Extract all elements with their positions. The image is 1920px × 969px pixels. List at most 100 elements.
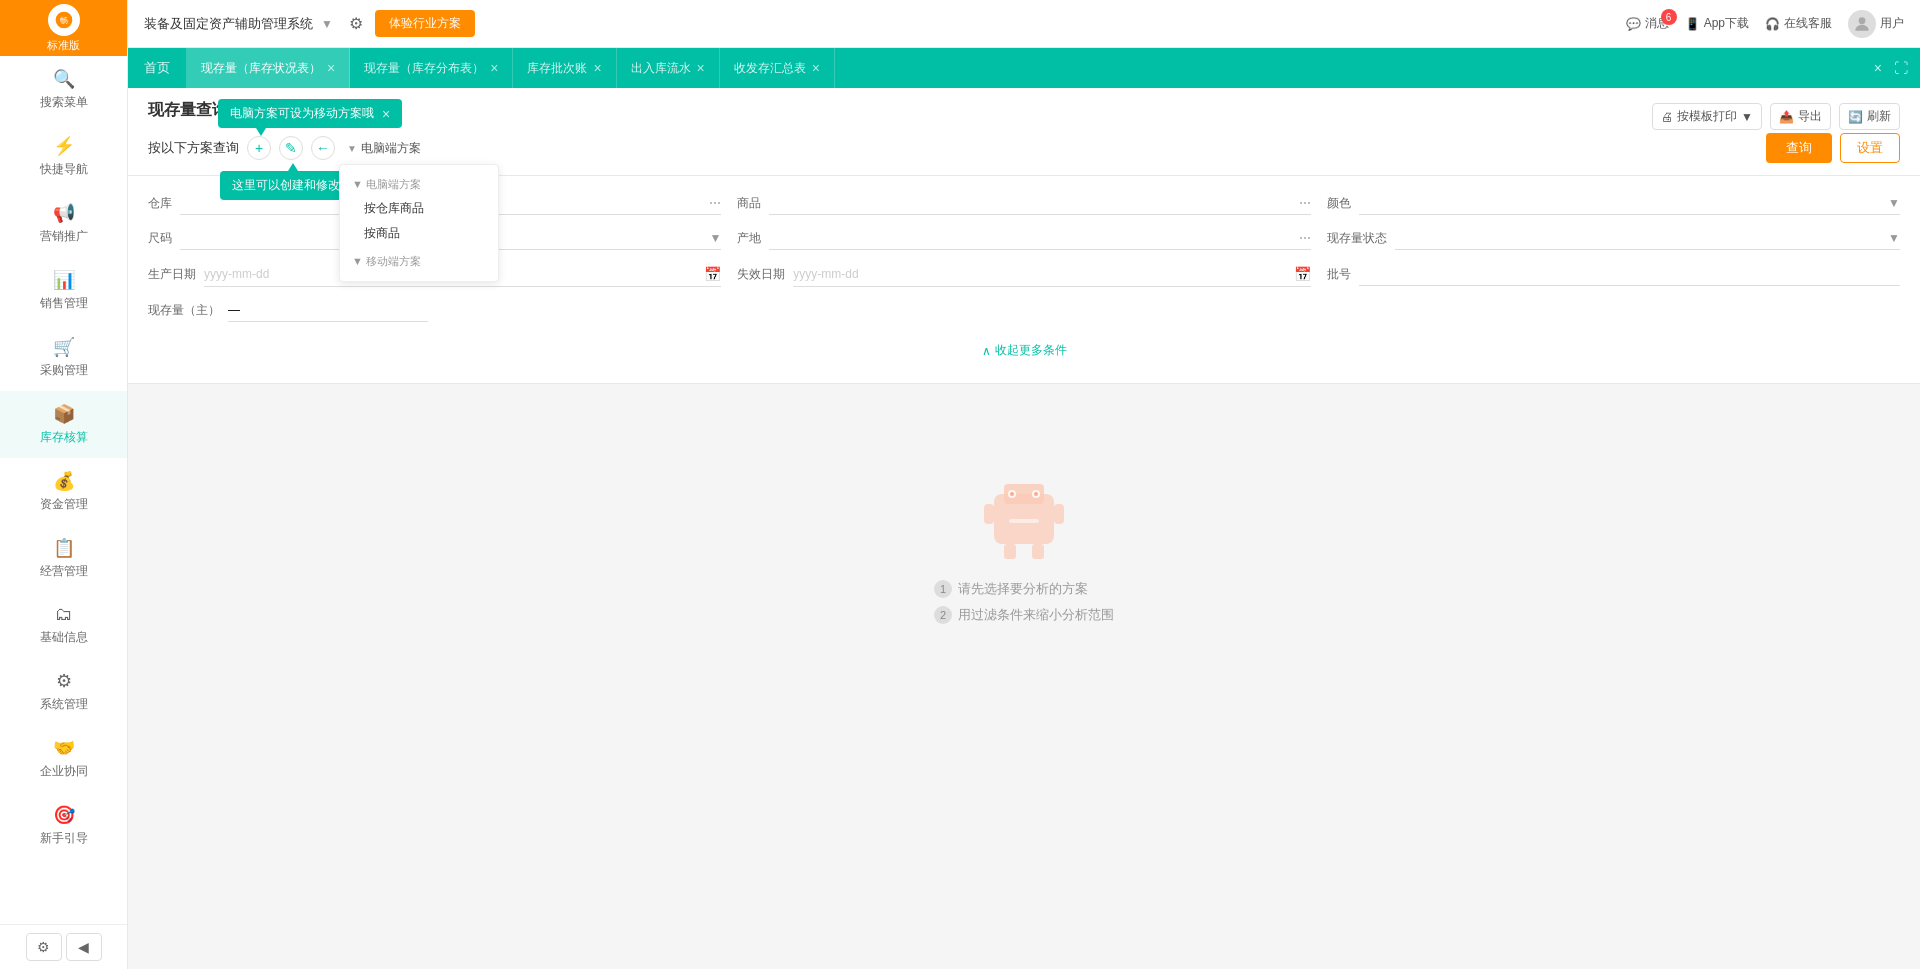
collapse-button[interactable]: ∧ 收起更多条件 [148, 334, 1900, 367]
svg-point-2 [1859, 17, 1866, 24]
filter-goods: 商品 ⋯ [737, 192, 1310, 215]
tab-label: 现存量（库存状况表） [201, 60, 321, 77]
edit-scheme-button[interactable]: ✎ 这里可以创建和修改方案哦 × [279, 136, 303, 160]
add-scheme-button[interactable]: + 电脑方案可设为移动方案哦 × [247, 136, 271, 160]
export-label: 导出 [1798, 108, 1822, 125]
experience-button[interactable]: 体验行业方案 [375, 10, 475, 37]
filter-expiry-date: 失效日期 yyyy-mm-dd 📅 [737, 262, 1310, 287]
tab-close-icon[interactable]: × [812, 61, 820, 75]
tab-inout[interactable]: 出入库流水 × [617, 48, 720, 88]
expiry-date-placeholder: yyyy-mm-dd [793, 267, 858, 281]
tab-fullscreen-icon[interactable]: ⛶ [1890, 58, 1912, 78]
sidebar-item-sales[interactable]: 📊 销售管理 [0, 257, 127, 324]
system-selector[interactable]: 装备及固定资产辅助管理系统 ▼ [144, 15, 333, 33]
production-date-placeholder: yyyy-mm-dd [204, 267, 269, 281]
mobile-scheme-section-label: ▼ 移动端方案 [340, 250, 498, 273]
stock-qty-input[interactable] [228, 299, 428, 322]
logo-label: 标准版 [47, 38, 80, 53]
sidebar-item-label: 搜索菜单 [40, 94, 88, 111]
tab-close-icon[interactable]: × [593, 61, 601, 75]
topbar-settings-icon[interactable]: ⚙ [349, 14, 363, 33]
sidebar-item-basic[interactable]: 🗂 基础信息 [0, 592, 127, 658]
enterprise-icon: 🤝 [53, 737, 75, 759]
query-button[interactable]: 查询 [1766, 133, 1832, 163]
content-header: 现存量查询(按仓库+商品) 🖨 按模板打印 ▼ 📤 导出 🔄 刷新 [128, 88, 1920, 176]
header-actions: 🖨 按模板打印 ▼ 📤 导出 🔄 刷新 [1652, 103, 1900, 130]
svg-rect-9 [1009, 519, 1039, 523]
sidebar-item-inventory[interactable]: 📦 库存核算 [0, 391, 127, 458]
system-name: 装备及固定资产辅助管理系统 [144, 15, 313, 33]
goods-dropdown-icon: ⋯ [1299, 196, 1311, 210]
system-dropdown-icon: ▼ [321, 17, 333, 31]
sidebar-item-quicknav[interactable]: ⚡ 快捷导航 [0, 123, 127, 190]
batch-no-input[interactable] [1359, 263, 1900, 286]
tab-close-icon[interactable]: × [490, 61, 498, 75]
empty-tips: 1 请先选择要分析的方案 2 用过滤条件来缩小分析范围 [934, 580, 1114, 624]
messages-button[interactable]: 💬 消息 6 [1626, 15, 1669, 32]
origin-select[interactable]: ⋯ [769, 227, 1310, 250]
export-button[interactable]: 📤 导出 [1770, 103, 1831, 130]
tab-home[interactable]: 首页 [128, 48, 187, 88]
message-icon: 💬 [1626, 17, 1641, 31]
tab-close-icon[interactable]: × [327, 61, 335, 75]
scheme-item-1[interactable]: 按仓库商品 [340, 196, 498, 221]
app-download-button[interactable]: 📱 App下载 [1685, 15, 1749, 32]
back-icon: ← [316, 140, 330, 156]
sidebar-item-system[interactable]: ⚙ 系统管理 [0, 658, 127, 725]
goods-select[interactable]: ⋯ [769, 192, 1310, 215]
size-label: 尺码 [148, 230, 172, 247]
warehouse-dropdown-icon: ⋯ [709, 196, 721, 210]
quicknav-icon: ⚡ [53, 135, 75, 157]
print-button[interactable]: 🖨 按模板打印 ▼ [1652, 103, 1762, 130]
sidebar-item-purchase[interactable]: 🛒 采购管理 [0, 324, 127, 391]
sidebar-logo: 畅 标准版 [0, 0, 127, 56]
app-download-label: App下载 [1704, 15, 1749, 32]
refresh-icon: 🔄 [1848, 110, 1863, 124]
sidebar-item-operations[interactable]: 📋 经营管理 [0, 525, 127, 592]
online-support-button[interactable]: 🎧 在线客服 [1765, 15, 1832, 32]
scheme-tooltip-close[interactable]: × [382, 106, 390, 122]
back-scheme-button[interactable]: ← [311, 136, 335, 160]
support-icon: 🎧 [1765, 17, 1780, 31]
basic-icon: 🗂 [55, 604, 73, 625]
stock-status-select[interactable]: ▼ [1395, 227, 1900, 250]
sidebar-item-label: 库存核算 [40, 429, 88, 446]
svg-rect-13 [1032, 544, 1044, 559]
color-select[interactable]: ▼ [1359, 192, 1900, 215]
svg-rect-12 [1004, 544, 1016, 559]
tab-stock-status[interactable]: 现存量（库存状况表） × [187, 48, 350, 88]
sidebar-item-label: 快捷导航 [40, 161, 88, 178]
tab-close-all-icon[interactable]: × [1870, 58, 1886, 78]
svg-point-8 [1034, 492, 1038, 496]
sidebar-collapse-button[interactable]: ◀ [66, 933, 102, 961]
tab-close-icon[interactable]: × [697, 61, 705, 75]
filter-row-4: 现存量（主） [148, 299, 1900, 322]
pc-scheme-label: 电脑端方案 [361, 140, 421, 157]
purchase-icon: 🛒 [53, 336, 75, 358]
setting-button[interactable]: 设置 [1840, 133, 1900, 163]
sidebar-settings-button[interactable]: ⚙ [26, 933, 62, 961]
sidebar-item-capital[interactable]: 💰 资金管理 [0, 458, 127, 525]
user-avatar-button[interactable]: 用户 [1848, 10, 1904, 38]
tab-stock-dist[interactable]: 现存量（库存分布表） × [350, 48, 513, 88]
svg-rect-11 [1054, 504, 1064, 524]
tab-label: 出入库流水 [631, 60, 691, 77]
sidebar-item-marketing[interactable]: 📢 营销推广 [0, 190, 127, 257]
sidebar-item-search[interactable]: 🔍 搜索菜单 [0, 56, 127, 123]
svg-point-7 [1010, 492, 1014, 496]
sidebar-item-guide[interactable]: 🎯 新手引导 [0, 792, 127, 859]
messages-badge: 6 [1661, 9, 1677, 25]
refresh-button[interactable]: 🔄 刷新 [1839, 103, 1900, 130]
system-icon: ⚙ [56, 670, 72, 692]
origin-label: 产地 [737, 230, 761, 247]
sidebar-item-enterprise[interactable]: 🤝 企业协同 [0, 725, 127, 792]
sidebar-item-label: 企业协同 [40, 763, 88, 780]
sidebar-item-label: 系统管理 [40, 696, 88, 713]
scheme-item-2[interactable]: 按商品 [340, 221, 498, 246]
tab-summary[interactable]: 收发存汇总表 × [720, 48, 835, 88]
expiry-date-input[interactable]: yyyy-mm-dd 📅 [793, 262, 1310, 287]
filter-batch-no: 批号 [1327, 263, 1900, 286]
topbar: 装备及固定资产辅助管理系统 ▼ ⚙ 体验行业方案 💬 消息 6 📱 App下载 … [128, 0, 1920, 48]
sidebar-item-label: 基础信息 [40, 629, 88, 646]
tab-batch[interactable]: 库存批次账 × [513, 48, 616, 88]
